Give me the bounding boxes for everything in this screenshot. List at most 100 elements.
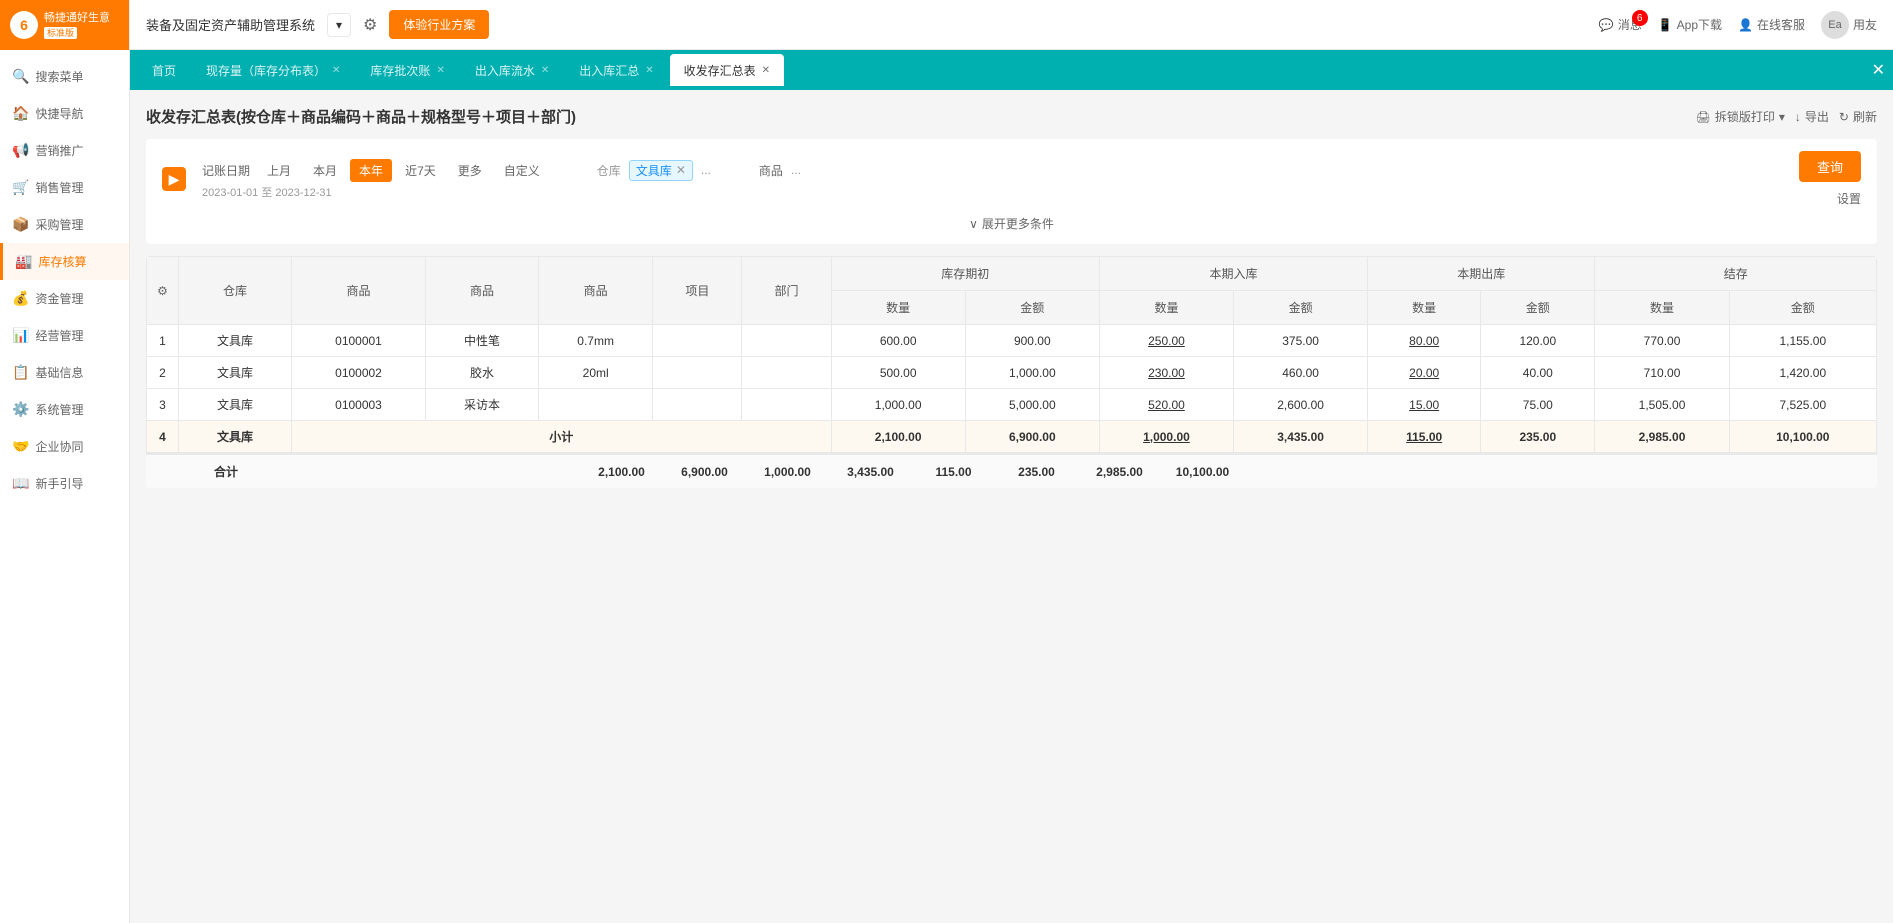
sidebar-item-quick-nav[interactable]: 🏠 快捷导航 [0, 95, 129, 132]
row-in-qty[interactable]: 250.00 [1099, 325, 1233, 357]
app-download-item[interactable]: 📱 App下载 [1658, 16, 1722, 33]
row-bal-qty: 770.00 [1595, 325, 1729, 357]
message-item[interactable]: 💬 消息 6 [1599, 16, 1642, 33]
sidebar-item-inventory[interactable]: 🏭 库存核算 [0, 243, 129, 280]
warehouse-more-btn: 仓库 [597, 162, 621, 179]
row-in-amt: 375.00 [1234, 325, 1368, 357]
operations-icon: 📊 [12, 327, 29, 344]
tab-inout-summary-close[interactable]: ✕ [645, 65, 653, 76]
tab-inventory-dist[interactable]: 现存量（库存分布表） ✕ [192, 54, 354, 86]
trial-button[interactable]: 体验行业方案 [389, 10, 489, 39]
sidebar-item-label: 库存核算 [38, 253, 86, 270]
sidebar-item-sales[interactable]: 🛒 销售管理 [0, 169, 129, 206]
sidebar-item-enterprise[interactable]: 🤝 企业协同 [0, 428, 129, 465]
sidebar-item-finance[interactable]: 💰 资金管理 [0, 280, 129, 317]
sidebar-item-label: 经营管理 [35, 327, 83, 344]
tab-home-label: 首页 [152, 62, 176, 79]
date-btn-this-year[interactable]: 本年 [350, 159, 392, 182]
print-icon: 🖨 [1696, 110, 1711, 124]
tab-home[interactable]: 首页 [138, 54, 190, 86]
system-icon: ⚙️ [12, 401, 29, 418]
row-out-qty[interactable]: 20.00 [1368, 357, 1481, 389]
date-btn-this-month[interactable]: 本月 [304, 159, 346, 182]
table-row: 3 文具库 0100003 采访本 1,000.00 5,000.00 520.… [147, 389, 1877, 421]
tab-inventory-dist-close[interactable]: ✕ [332, 65, 340, 76]
sidebar-item-basic-info[interactable]: 📋 基础信息 [0, 354, 129, 391]
export-icon: ↓ [1795, 110, 1801, 124]
col-group-out: 本期出库 [1368, 257, 1595, 291]
sidebar-item-system[interactable]: ⚙️ 系统管理 [0, 391, 129, 428]
row-project [653, 389, 742, 421]
online-service-item[interactable]: 👤 在线客服 [1738, 16, 1805, 33]
refresh-button[interactable]: ↻ 刷新 [1839, 108, 1877, 125]
row-warehouse: 文具库 [179, 357, 292, 389]
settings-icon[interactable]: ⚙ [363, 15, 377, 35]
date-label: 记账日期 [202, 162, 250, 179]
col-bal-amt-header: 金额 [1729, 291, 1876, 325]
row-in-qty[interactable]: 520.00 [1099, 389, 1233, 421]
row-no: 2 [147, 357, 179, 389]
expand-conditions[interactable]: ∨ 展开更多条件 [162, 215, 1861, 232]
row-open-qty: 1,000.00 [831, 389, 965, 421]
sidebar-nav: 🔍 搜索菜单 🏠 快捷导航 📢 营销推广 🛒 销售管理 📦 采购管理 🏭 [0, 50, 129, 923]
table-settings-icon[interactable]: ⚙ [157, 284, 168, 298]
subtotal-out-qty[interactable]: 115.00 [1368, 421, 1481, 453]
row-open-amt: 1,000.00 [965, 357, 1099, 389]
footer-out-amt: 235.00 [999, 465, 1074, 479]
row-spec [539, 389, 653, 421]
goods-label: 商品 [759, 162, 783, 179]
warehouse-tag-close[interactable]: ✕ [676, 163, 686, 177]
query-button[interactable]: 查询 [1799, 151, 1861, 182]
message-badge: 6 [1632, 10, 1648, 26]
tab-bar-close[interactable]: ✕ [1872, 60, 1885, 80]
avatar: Ea [1821, 11, 1849, 39]
inventory-icon: 🏭 [15, 253, 32, 270]
tab-inout-flow[interactable]: 出入库流水 ✕ [461, 54, 563, 86]
user-item[interactable]: Ea 用友 [1821, 11, 1877, 39]
tab-receive-summary-close[interactable]: ✕ [762, 65, 770, 76]
sidebar-item-search[interactable]: 🔍 搜索菜单 [0, 58, 129, 95]
sidebar-item-label: 资金管理 [35, 290, 83, 307]
tab-batch-ledger[interactable]: 库存批次账 ✕ [356, 54, 458, 86]
warehouse-more[interactable]: ... [701, 163, 711, 177]
tab-receive-summary-label: 收发存汇总表 [684, 62, 756, 79]
row-open-qty: 500.00 [831, 357, 965, 389]
tab-receive-summary[interactable]: 收发存汇总表 ✕ [670, 54, 784, 86]
subtotal-bal-qty: 2,985.00 [1595, 421, 1729, 453]
app-logo: 6 畅捷通好生意 标准版 [0, 0, 129, 50]
goods-more[interactable]: ... [791, 163, 801, 177]
system-dropdown[interactable]: ▾ [327, 13, 351, 37]
date-btn-last-month[interactable]: 上月 [258, 159, 300, 182]
sidebar-item-label: 新手引导 [35, 475, 83, 492]
date-btn-7days[interactable]: 近7天 [396, 159, 445, 182]
tab-batch-ledger-close[interactable]: ✕ [436, 65, 444, 76]
sidebar-item-purchase[interactable]: 📦 采购管理 [0, 206, 129, 243]
row-project [653, 325, 742, 357]
export-button[interactable]: ↓ 导出 [1795, 108, 1829, 125]
footer-bal-amt: 10,100.00 [1165, 465, 1240, 479]
finance-icon: 💰 [12, 290, 29, 307]
sidebar-item-guide[interactable]: 📖 新手引导 [0, 465, 129, 502]
footer-open-amt: 6,900.00 [667, 465, 742, 479]
sidebar-item-label: 采购管理 [35, 216, 83, 233]
table-row: 1 文具库 0100001 中性笔 0.7mm 600.00 900.00 25… [147, 325, 1877, 357]
data-table: ⚙ 仓库 商品 商品 商品 项目 部门 库存期初 本期入库 本期出库 结存 [146, 256, 1877, 453]
warehouse-tag-label: 文具库 [636, 162, 672, 179]
col-group-open: 库存期初 [831, 257, 1099, 291]
print-button[interactable]: 🖨 拆锁版打印 ▾ [1696, 108, 1785, 125]
tab-inout-flow-close[interactable]: ✕ [541, 65, 549, 76]
tab-inout-summary[interactable]: 出入库汇总 ✕ [565, 54, 667, 86]
row-warehouse: 文具库 [179, 325, 292, 357]
row-out-qty[interactable]: 15.00 [1368, 389, 1481, 421]
subtotal-in-qty[interactable]: 1,000.00 [1099, 421, 1233, 453]
date-btn-more[interactable]: 更多 [449, 159, 491, 182]
row-out-qty[interactable]: 80.00 [1368, 325, 1481, 357]
subtotal-bal-amt: 10,100.00 [1729, 421, 1876, 453]
sidebar-item-marketing[interactable]: 📢 营销推广 [0, 132, 129, 169]
filter-toggle[interactable]: ▶ [162, 167, 186, 191]
date-btn-custom[interactable]: 自定义 [495, 159, 549, 182]
subtotal-in-amt: 3,435.00 [1234, 421, 1368, 453]
settings-link[interactable]: 设置 [1837, 190, 1861, 207]
sidebar-item-operations[interactable]: 📊 经营管理 [0, 317, 129, 354]
row-in-qty[interactable]: 230.00 [1099, 357, 1233, 389]
